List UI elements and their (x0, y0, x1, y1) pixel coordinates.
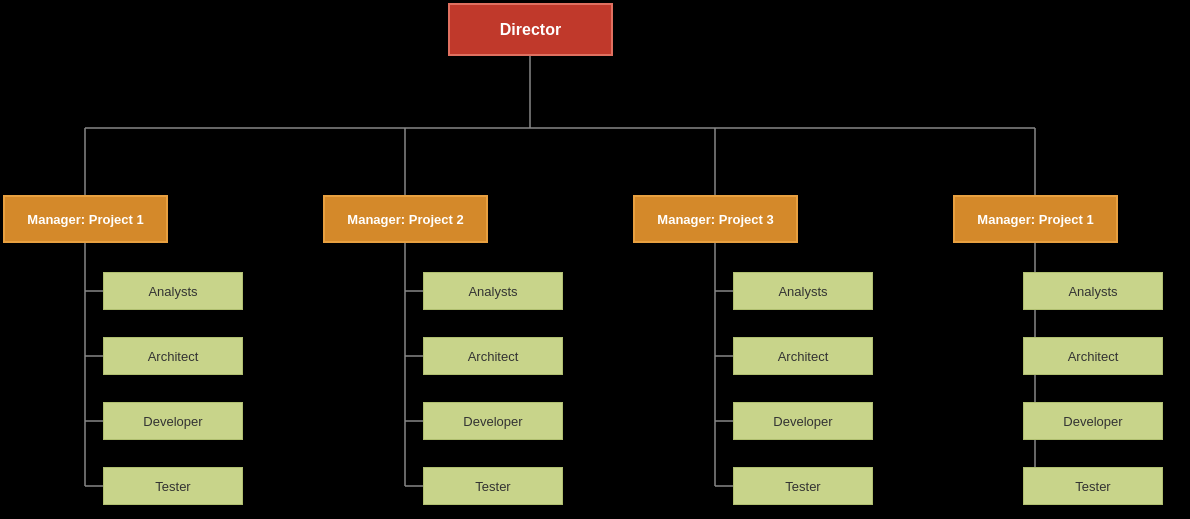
leaf-g4-architect: Architect (1023, 337, 1163, 375)
org-chart: Director Manager: Project 1 Manager: Pro… (0, 0, 1190, 519)
director-label: Director (500, 21, 561, 39)
leaf-g1-analysts: Analysts (103, 272, 243, 310)
leaf-g3-tester: Tester (733, 467, 873, 505)
manager-node-2: Manager: Project 2 (323, 195, 488, 243)
leaf-g3-developer: Developer (733, 402, 873, 440)
director-node: Director (448, 3, 613, 56)
leaf-g2-architect: Architect (423, 337, 563, 375)
manager-2-label: Manager: Project 2 (347, 212, 463, 227)
leaf-g2-analysts: Analysts (423, 272, 563, 310)
manager-3-label: Manager: Project 3 (657, 212, 773, 227)
leaf-g1-architect: Architect (103, 337, 243, 375)
leaf-g1-tester: Tester (103, 467, 243, 505)
leaf-g4-developer: Developer (1023, 402, 1163, 440)
leaf-g2-tester: Tester (423, 467, 563, 505)
leaf-g3-analysts: Analysts (733, 272, 873, 310)
leaf-g4-tester: Tester (1023, 467, 1163, 505)
manager-1-label: Manager: Project 1 (27, 212, 143, 227)
manager-node-1: Manager: Project 1 (3, 195, 168, 243)
manager-node-3: Manager: Project 3 (633, 195, 798, 243)
manager-node-4: Manager: Project 1 (953, 195, 1118, 243)
leaf-g4-analysts: Analysts (1023, 272, 1163, 310)
leaf-g2-developer: Developer (423, 402, 563, 440)
manager-4-label: Manager: Project 1 (977, 212, 1093, 227)
connector-lines (0, 0, 1190, 519)
leaf-g1-developer: Developer (103, 402, 243, 440)
leaf-g3-architect: Architect (733, 337, 873, 375)
